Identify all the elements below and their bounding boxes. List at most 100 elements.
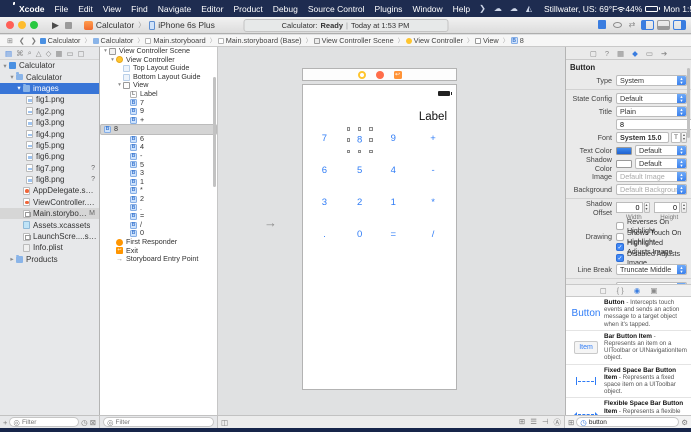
- outline-row[interactable]: L Label: [100, 89, 217, 99]
- outline-row[interactable]: Bottom Layout Guide: [100, 72, 217, 82]
- forward-button[interactable]: ❯: [31, 37, 37, 45]
- test-navigator-tab-icon[interactable]: ◇: [46, 49, 52, 58]
- file-row[interactable]: fig5.png: [0, 140, 99, 151]
- breadcrumb[interactable]: View Controller Scene: [313, 36, 406, 45]
- state-config-select[interactable]: Default: [616, 93, 687, 104]
- image-combo[interactable]: Default Image: [616, 171, 687, 182]
- file-inspector-tab-icon[interactable]: ▢: [590, 49, 597, 58]
- outline-row[interactable]: B9: [100, 107, 217, 116]
- scrollbar[interactable]: [687, 68, 690, 138]
- cloud-icon[interactable]: ☁: [510, 4, 518, 13]
- calc-button[interactable]: 1: [391, 197, 396, 208]
- calc-button[interactable]: =: [390, 229, 396, 240]
- file-row[interactable]: ViewController.swift: [0, 197, 99, 208]
- selection-handle[interactable]: [346, 149, 351, 153]
- menu-debug[interactable]: Debug: [268, 4, 303, 14]
- calc-button[interactable]: .: [323, 229, 326, 240]
- first-responder-icon[interactable]: [375, 70, 384, 79]
- canvas-label[interactable]: Label: [419, 111, 447, 123]
- size-inspector-tab-icon[interactable]: ▭: [646, 49, 653, 58]
- shows-touch-checkbox[interactable]: [616, 232, 624, 241]
- file-row[interactable]: ▾ Calculator: [0, 60, 99, 71]
- outline-row[interactable]: B4: [100, 143, 217, 152]
- notification-triangle-icon[interactable]: ◭: [526, 4, 532, 13]
- disclosure-triangle-icon[interactable]: ▾: [116, 81, 123, 90]
- calc-button[interactable]: *: [431, 197, 435, 208]
- disclosure-triangle-icon[interactable]: ▾: [102, 47, 109, 56]
- menu-source-control[interactable]: Source Control: [303, 4, 370, 14]
- shadow-width-field[interactable]: [616, 202, 643, 213]
- library-grid-toggle-icon[interactable]: ⊞: [568, 418, 574, 427]
- cloud-icon[interactable]: ☁: [494, 4, 502, 13]
- title-style-select[interactable]: Plain: [616, 106, 687, 117]
- assistant-editor-button[interactable]: [611, 20, 623, 30]
- breadcrumb[interactable]: B8: [510, 36, 530, 45]
- file-row[interactable]: fig1.png: [0, 94, 99, 105]
- exit-icon[interactable]: [393, 70, 402, 79]
- breadcrumb[interactable]: View: [475, 36, 511, 45]
- run-button[interactable]: ▶: [52, 20, 59, 31]
- menu-plugins[interactable]: Plugins: [370, 4, 408, 14]
- calc-button[interactable]: /: [432, 229, 435, 240]
- disclosure-triangle-icon[interactable]: ▾: [8, 73, 16, 81]
- background-combo[interactable]: Default Background Image: [616, 184, 687, 195]
- calc-button[interactable]: 9: [391, 133, 396, 144]
- outline-row[interactable]: B =: [100, 212, 217, 221]
- selection-handle[interactable]: [369, 149, 373, 153]
- attributes-inspector-tab-icon[interactable]: ◆: [632, 49, 638, 58]
- calc-button[interactable]: -: [431, 165, 434, 176]
- font-picker-button[interactable]: [671, 132, 681, 143]
- selection-handle[interactable]: [346, 127, 351, 131]
- outline-row[interactable]: First Responder: [100, 237, 217, 247]
- stepper[interactable]: [643, 202, 650, 213]
- report-navigator-tab-icon[interactable]: ▢: [78, 49, 85, 58]
- quick-help-inspector-tab-icon[interactable]: ?: [605, 49, 609, 58]
- resolve-auto-layout-button[interactable]: Ⓐ: [554, 417, 562, 428]
- stop-button[interactable]: [64, 21, 72, 29]
- selection-handle[interactable]: [369, 138, 373, 142]
- file-row[interactable]: fig7.png?: [0, 163, 99, 174]
- search-options-gear-icon[interactable]: ⚙: [681, 418, 688, 427]
- menu-extra-chevron-icon[interactable]: ❯: [479, 4, 486, 13]
- disclosure-triangle-icon[interactable]: ▾: [1, 62, 9, 70]
- toggle-debug-area-button[interactable]: [657, 19, 670, 30]
- menu-find[interactable]: Find: [126, 4, 153, 14]
- embed-in-stack-button[interactable]: ⊞: [519, 417, 525, 428]
- find-navigator-tab-icon[interactable]: ⌕: [28, 48, 32, 58]
- outline-row[interactable]: → Storyboard Entry Point: [100, 255, 217, 264]
- file-row[interactable]: fig4.png: [0, 128, 99, 139]
- identity-inspector-tab-icon[interactable]: ▦: [617, 49, 624, 58]
- file-row[interactable]: fig8.png?: [0, 174, 99, 185]
- toggle-navigator-button[interactable]: [641, 19, 654, 30]
- disclosure-triangle-icon[interactable]: ▾: [15, 84, 23, 92]
- outline-row[interactable]: B7: [100, 98, 217, 108]
- menu-help[interactable]: Help: [448, 4, 475, 14]
- calc-button[interactable]: +: [430, 133, 436, 144]
- outline-row[interactable]: B6: [100, 134, 217, 144]
- menu-editor[interactable]: Editor: [196, 4, 228, 14]
- related-items-icon[interactable]: ⊞: [7, 37, 13, 45]
- standard-editor-button[interactable]: [596, 20, 608, 30]
- file-row[interactable]: fig6.png: [0, 151, 99, 162]
- calc-button[interactable]: 5: [357, 165, 362, 176]
- outline-row[interactable]: B.: [100, 203, 217, 213]
- menu-view[interactable]: View: [98, 4, 126, 14]
- highlighted-adjusts-checkbox[interactable]: [616, 243, 624, 252]
- recent-files-icon[interactable]: ◷: [81, 418, 88, 427]
- scrollbar[interactable]: [213, 77, 216, 187]
- calc-button[interactable]: 6: [322, 165, 327, 176]
- align-button[interactable]: ☰: [530, 417, 537, 428]
- reverses-on-highlight-checkbox[interactable]: [616, 222, 624, 231]
- file-row-selected[interactable]: ▾ images: [0, 82, 99, 95]
- hide-document-outline-button[interactable]: ◫: [221, 418, 228, 427]
- selected-calc-button[interactable]: 8: [345, 127, 375, 153]
- selection-handle[interactable]: [357, 127, 362, 131]
- outline-row[interactable]: B +: [100, 115, 217, 125]
- view-controller-view[interactable]: Label 7 8 9 + 6 5 4 - 3 2 1 * . 0 = /: [302, 84, 457, 390]
- library-item[interactable]: Item Bar Button Item - Represents an ite…: [566, 331, 691, 365]
- selection-handle[interactable]: [369, 127, 373, 131]
- text-color-select[interactable]: Default: [635, 145, 687, 156]
- view-controller-icon[interactable]: [357, 70, 366, 79]
- outline-row[interactable]: B /: [100, 220, 217, 230]
- menu-edit[interactable]: Edit: [73, 4, 98, 14]
